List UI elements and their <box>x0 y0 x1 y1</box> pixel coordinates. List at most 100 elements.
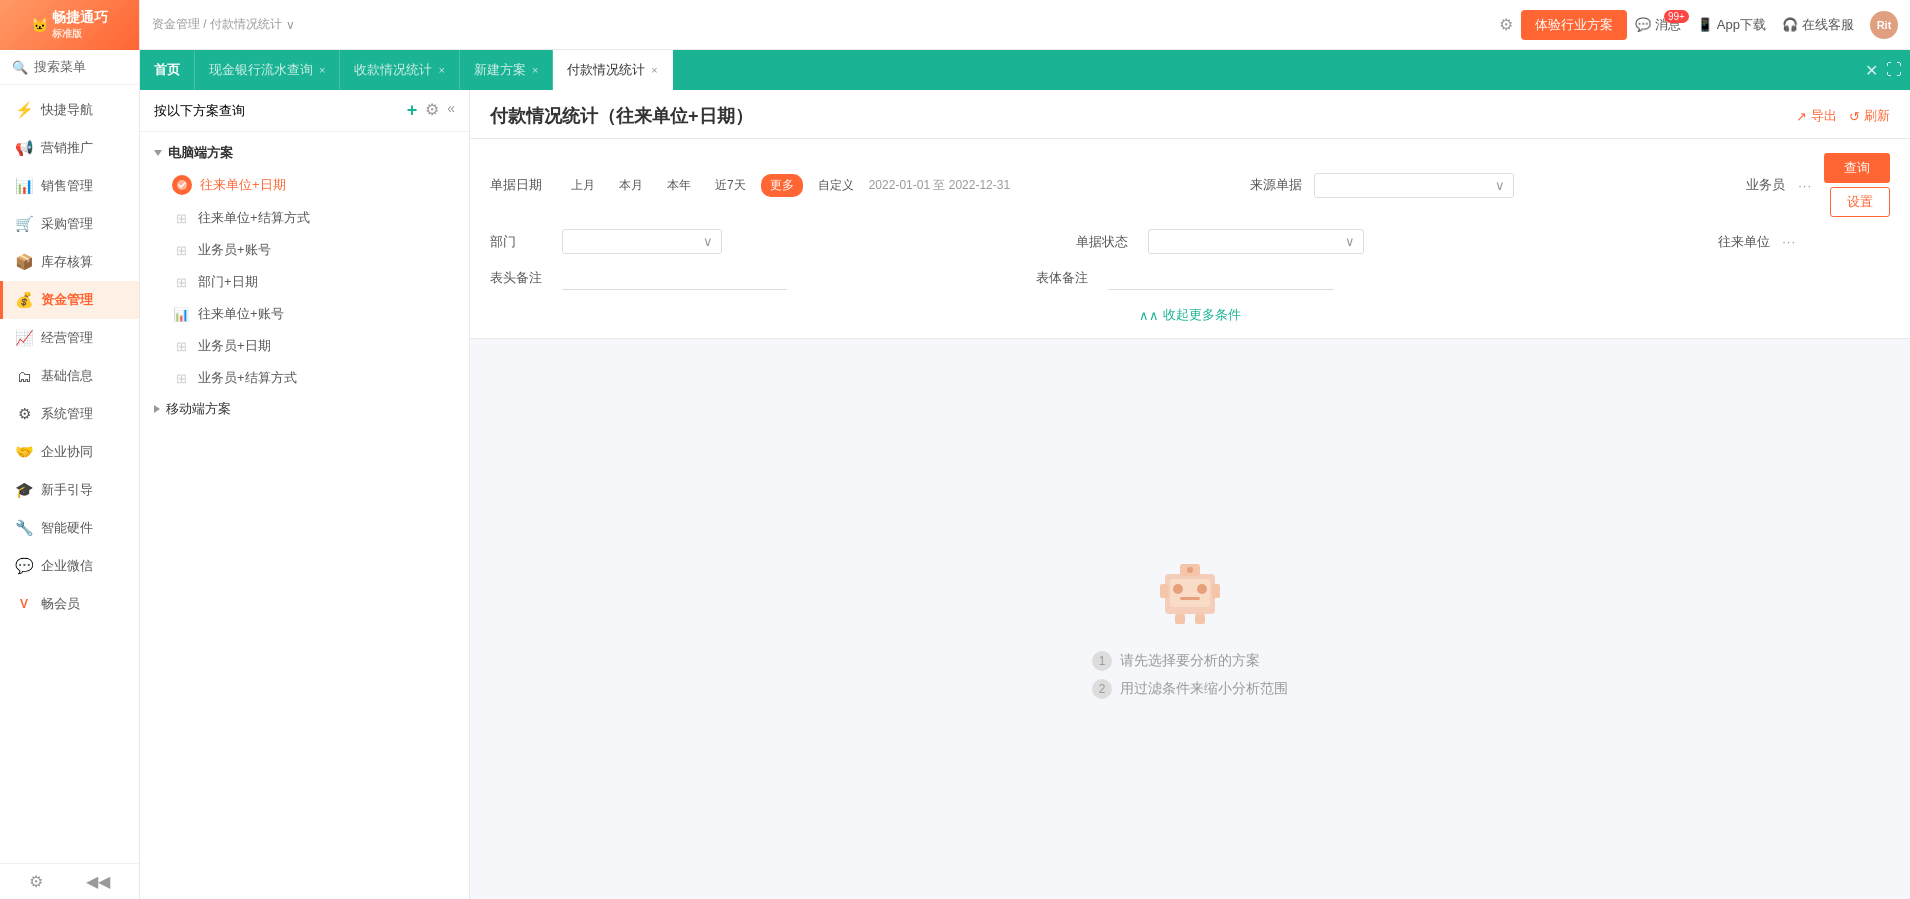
date-btn-more[interactable]: 更多 <box>761 174 803 197</box>
scheme-mobile-group[interactable]: 移动端方案 <box>140 394 469 424</box>
tab-expand-icon[interactable]: ⛶ <box>1886 61 1902 79</box>
svg-point-4 <box>1197 584 1207 594</box>
sidebar-item-cooperation[interactable]: 🤝 企业协同 <box>0 433 139 471</box>
source-doc-select[interactable]: ∨ <box>1314 173 1514 198</box>
scheme-item-staff-date[interactable]: ⊞ 业务员+日期 <box>140 330 469 362</box>
breadcrumb-text: 资金管理 / 付款情况统计 <box>152 16 282 33</box>
date-btn-this-year[interactable]: 本年 <box>658 173 700 198</box>
sidebar-search[interactable]: 🔍 搜索菜单 <box>0 50 139 85</box>
scheme-desktop-group[interactable]: 电脑端方案 <box>140 138 469 168</box>
scheme-chart-icon: 📊 <box>172 305 190 323</box>
sidebar-item-inventory[interactable]: 📦 库存核算 <box>0 243 139 281</box>
scheme-item-label: 往来单位+结算方式 <box>198 209 310 227</box>
sidebar-item-member[interactable]: V 畅会员 <box>0 585 139 623</box>
scheme-item-label: 业务员+账号 <box>198 241 271 259</box>
tab-receive-label: 收款情况统计 <box>354 61 432 79</box>
staff-dots: ··· <box>1798 178 1812 193</box>
date-btn-custom[interactable]: 自定义 <box>809 173 863 198</box>
sidebar-item-operation[interactable]: 📈 经营管理 <box>0 319 139 357</box>
header-note-input[interactable] <box>562 266 787 290</box>
message-item[interactable]: 💬 消息 99+ <box>1635 16 1681 34</box>
sidebar-item-quick-nav[interactable]: ⚡ 快捷导航 <box>0 91 139 129</box>
scheme-item-unit-settle[interactable]: ⊞ 往来单位+结算方式 <box>140 202 469 234</box>
partner-dots: ··· <box>1782 234 1796 249</box>
sidebar-collapse-icon[interactable]: ◀◀ <box>86 872 110 891</box>
online-service-item[interactable]: 🎧 在线客服 <box>1782 16 1854 34</box>
header-note-label: 表头备注 <box>490 269 550 287</box>
svg-rect-7 <box>1212 584 1220 598</box>
tab-new-scheme-close[interactable]: × <box>532 64 538 76</box>
scheme-item-dept-date[interactable]: ⊞ 部门+日期 <box>140 266 469 298</box>
doc-status-select[interactable]: ∨ <box>1148 229 1364 254</box>
date-btn-last-month[interactable]: 上月 <box>562 173 604 198</box>
body-note-input[interactable] <box>1108 266 1333 290</box>
tab-actions: ✕ ⛶ <box>1857 50 1910 90</box>
scheme-item-staff-account[interactable]: ⊞ 业务员+账号 <box>140 234 469 266</box>
scheme-item-unit-account[interactable]: 📊 往来单位+账号 <box>140 298 469 330</box>
scheme-item-label: 往来单位+账号 <box>198 305 284 323</box>
tab-home[interactable]: 首页 <box>140 50 195 90</box>
tab-receive-close[interactable]: × <box>438 64 444 76</box>
sidebar-item-finance[interactable]: 💰 资金管理 <box>0 281 139 319</box>
user-avatar[interactable]: Rit <box>1870 11 1898 39</box>
sidebar-logo: 🐱 畅捷通巧 标准版 <box>0 0 139 50</box>
scheme-add-icon[interactable]: + <box>407 100 418 121</box>
app-download-label: App下载 <box>1717 16 1766 34</box>
dept-select[interactable]: ∨ <box>562 229 722 254</box>
tab-receive[interactable]: 收款情况统计 × <box>340 50 459 90</box>
tab-bank-close[interactable]: × <box>319 64 325 76</box>
sidebar-item-label: 库存核算 <box>41 253 93 271</box>
topbar-gear-icon[interactable]: ⚙ <box>1499 15 1513 34</box>
svg-rect-9 <box>1195 614 1205 624</box>
filter-row-1: 单据日期 上月 本月 本年 近7天 更多 自定义 2022-01-01 至 20… <box>490 153 1890 217</box>
collapse-button[interactable]: ∧∧ 收起更多条件 <box>1139 306 1241 324</box>
sales-icon: 📊 <box>15 177 33 195</box>
scheme-item-label: 往来单位+日期 <box>200 176 286 194</box>
sidebar-item-wechat[interactable]: 💬 企业微信 <box>0 547 139 585</box>
tab-bank[interactable]: 现金银行流水查询 × <box>195 50 340 90</box>
service-icon: 🎧 <box>1782 17 1798 32</box>
tab-home-label: 首页 <box>154 61 180 79</box>
sidebar-item-sales[interactable]: 📊 销售管理 <box>0 167 139 205</box>
filter-row-2: 部门 ∨ 单据状态 ∨ 往来单位 ··· <box>490 229 1890 254</box>
settings-button[interactable]: 设置 <box>1830 187 1890 217</box>
tab-new-scheme[interactable]: 新建方案 × <box>460 50 553 90</box>
sidebar-item-label: 快捷导航 <box>41 101 93 119</box>
scheme-item-staff-settle[interactable]: ⊞ 业务员+结算方式 <box>140 362 469 394</box>
topbar-breadcrumb: 资金管理 / 付款情况统计 ∨ <box>152 16 1487 33</box>
message-badge: 99+ <box>1664 10 1689 23</box>
query-button[interactable]: 查询 <box>1824 153 1890 183</box>
empty-tip-2: 2 用过滤条件来缩小分析范围 <box>1092 679 1288 699</box>
app-download-item[interactable]: 📱 App下载 <box>1697 16 1766 34</box>
scheme-item-unit-date[interactable]: 往来单位+日期 <box>140 168 469 202</box>
sidebar-item-label: 智能硬件 <box>41 519 93 537</box>
scheme-settings-icon[interactable]: ⚙ <box>425 100 439 121</box>
dept-label: 部门 <box>490 233 550 251</box>
doc-status-label: 单据状态 <box>1076 233 1136 251</box>
sidebar-item-system[interactable]: ⚙ 系统管理 <box>0 395 139 433</box>
sidebar-item-hardware[interactable]: 🔧 智能硬件 <box>0 509 139 547</box>
source-doc-chevron: ∨ <box>1495 178 1505 193</box>
svg-point-3 <box>1173 584 1183 594</box>
sidebar-item-label: 新手引导 <box>41 481 93 499</box>
export-icon: ↗ <box>1796 109 1807 124</box>
breadcrumb-chevron[interactable]: ∨ <box>286 18 295 32</box>
sidebar-item-purchase[interactable]: 🛒 采购管理 <box>0 205 139 243</box>
online-service-label: 在线客服 <box>1802 16 1854 34</box>
tab-payment-close[interactable]: × <box>651 64 657 76</box>
sidebar-item-basic[interactable]: 🗂 基础信息 <box>0 357 139 395</box>
trial-button[interactable]: 体验行业方案 <box>1521 10 1627 40</box>
sidebar-settings-icon[interactable]: ⚙ <box>29 872 43 891</box>
source-doc-label: 来源单据 <box>1242 176 1302 194</box>
export-button[interactable]: ↗ 导出 <box>1796 107 1837 125</box>
sidebar-item-guide[interactable]: 🎓 新手引导 <box>0 471 139 509</box>
date-btn-7days[interactable]: 近7天 <box>706 173 755 198</box>
date-btn-this-month[interactable]: 本月 <box>610 173 652 198</box>
basic-icon: 🗂 <box>15 367 33 385</box>
tab-close-all-icon[interactable]: ✕ <box>1865 61 1878 80</box>
scheme-collapse-icon[interactable]: « <box>447 100 455 121</box>
sidebar-item-label: 系统管理 <box>41 405 93 423</box>
sidebar-item-marketing[interactable]: 📢 营销推广 <box>0 129 139 167</box>
tab-payment[interactable]: 付款情况统计 × <box>553 50 672 90</box>
refresh-button[interactable]: ↺ 刷新 <box>1849 107 1890 125</box>
